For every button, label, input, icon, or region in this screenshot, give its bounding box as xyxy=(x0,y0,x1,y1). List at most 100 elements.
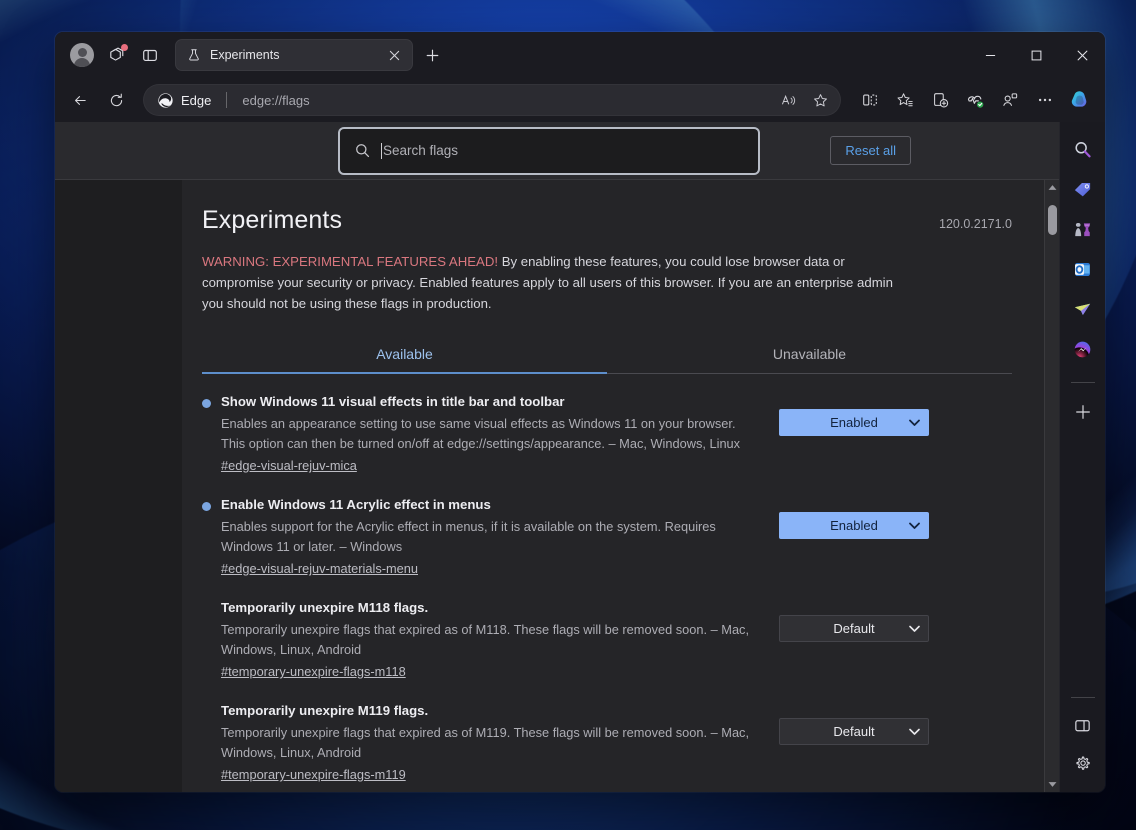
workspaces-button[interactable] xyxy=(99,40,133,70)
flag-row: Temporarily unexpire M119 flags. Tempora… xyxy=(202,689,1012,792)
flag-name: Enable Windows 11 Acrylic effect in menu… xyxy=(221,496,759,514)
browser-essentials-button[interactable] xyxy=(958,84,992,116)
maximize-icon xyxy=(1031,50,1042,61)
flag-description: Temporarily unexpire flags that expired … xyxy=(221,723,759,763)
search-input[interactable]: Search flags xyxy=(381,143,458,159)
scroll-down-arrow[interactable] xyxy=(1045,777,1060,792)
edge-browser-window: Experiments xyxy=(55,32,1105,792)
left-gutter xyxy=(55,180,182,792)
profile-avatar-icon xyxy=(70,43,94,67)
sidebar-item-outlook[interactable] xyxy=(1067,254,1099,284)
flag-text-block: Temporarily unexpire M118 flags. Tempora… xyxy=(221,599,769,681)
flags-content: Experiments 120.0.2171.0 WARNING: EXPERI… xyxy=(182,180,1044,792)
outlook-icon xyxy=(1072,259,1093,280)
flag-permalink[interactable]: #temporary-unexpire-flags-m118 xyxy=(221,664,406,679)
reset-all-button[interactable]: Reset all xyxy=(830,136,911,165)
settings-gear-icon xyxy=(1073,754,1092,773)
page-title: Experiments xyxy=(202,206,342,235)
flag-text-block: Temporarily unexpire M119 flags. Tempora… xyxy=(221,702,769,784)
sidebar-item-messenger[interactable] xyxy=(1067,334,1099,364)
flag-state-select[interactable]: Default xyxy=(779,615,929,642)
new-tab-button[interactable] xyxy=(417,40,447,70)
scrollbar-track[interactable] xyxy=(1045,195,1060,777)
profile-button[interactable] xyxy=(65,40,99,70)
back-button[interactable] xyxy=(63,84,97,116)
flag-text-block: Show Windows 11 visual effects in title … xyxy=(221,393,769,475)
search-icon xyxy=(354,142,371,159)
flags-search-bar: Search flags Reset all xyxy=(55,122,1059,180)
sidebar-item-split-pane[interactable] xyxy=(1067,710,1099,740)
browser-tab[interactable]: Experiments xyxy=(175,39,413,71)
flag-control: Enabled xyxy=(779,496,929,539)
chevron-down-icon xyxy=(1048,781,1057,788)
games-icon xyxy=(1072,219,1093,240)
flag-row: Enable Windows 11 Acrylic effect in menu… xyxy=(202,483,1012,586)
flag-description: Temporarily unexpire flags that expired … xyxy=(221,620,759,660)
profile-share-icon xyxy=(1001,91,1019,109)
search-flags-container[interactable]: Search flags xyxy=(340,129,758,173)
sidebar-item-games[interactable] xyxy=(1067,214,1099,244)
favorites-button[interactable] xyxy=(888,84,922,116)
settings-more-icon xyxy=(1036,91,1054,109)
flag-permalink[interactable]: #temporary-unexpire-flags-m119 xyxy=(221,767,406,782)
scroll-up-arrow[interactable] xyxy=(1045,180,1060,195)
flag-permalink[interactable]: #edge-visual-rejuv-mica xyxy=(221,458,357,473)
collections-button[interactable] xyxy=(923,84,957,116)
sidebar-add-button[interactable] xyxy=(1067,397,1099,427)
profile-share-button[interactable] xyxy=(993,84,1027,116)
read-aloud-icon xyxy=(780,92,797,109)
scrollbar-thumb[interactable] xyxy=(1048,205,1057,235)
tab-actions-icon xyxy=(141,46,159,64)
tab-available[interactable]: Available xyxy=(202,336,607,373)
flag-row: Temporarily unexpire M118 flags. Tempora… xyxy=(202,586,1012,689)
warning-text: WARNING: EXPERIMENTAL FEATURES AHEAD! By… xyxy=(202,251,902,314)
flag-row: Show Windows 11 visual effects in title … xyxy=(202,380,1012,483)
edge-sidebar xyxy=(1059,122,1105,792)
refresh-icon xyxy=(108,92,125,109)
flag-modified-bullet xyxy=(202,605,211,614)
favorites-icon xyxy=(896,91,914,109)
page-scrollbar[interactable] xyxy=(1044,180,1059,792)
read-aloud-button[interactable] xyxy=(773,86,803,114)
split-screen-icon xyxy=(861,91,879,109)
tab-unavailable[interactable]: Unavailable xyxy=(607,336,1012,373)
add-favorite-button[interactable] xyxy=(805,86,835,114)
close-icon xyxy=(1077,50,1088,61)
sidebar-item-shopping[interactable] xyxy=(1067,174,1099,204)
omnibox-actions xyxy=(773,86,835,114)
sidebar-item-search[interactable] xyxy=(1067,134,1099,164)
browser-essentials-icon xyxy=(966,91,985,110)
plus-icon xyxy=(425,48,440,63)
close-window-button[interactable] xyxy=(1059,32,1105,78)
flag-state-select[interactable]: Enabled xyxy=(779,512,929,539)
sidebar-item-telegram[interactable] xyxy=(1067,294,1099,324)
address-bar[interactable]: Edge edge://flags xyxy=(143,84,841,116)
flag-permalink[interactable]: #edge-visual-rejuv-materials-menu xyxy=(221,561,418,576)
flag-state-select[interactable]: Enabled xyxy=(779,409,929,436)
copilot-button[interactable] xyxy=(1063,84,1097,116)
flag-state-select[interactable]: Default xyxy=(779,718,929,745)
split-pane-icon xyxy=(1073,716,1092,735)
experiments-header: Experiments 120.0.2171.0 xyxy=(202,206,1012,235)
flags-tabs: Available Unavailable xyxy=(202,336,1012,374)
split-screen-button[interactable] xyxy=(853,84,887,116)
flag-control: Default xyxy=(779,599,929,642)
title-bar: Experiments xyxy=(55,32,1105,78)
refresh-button[interactable] xyxy=(99,84,133,116)
tab-actions-button[interactable] xyxy=(133,40,167,70)
flags-scroll-area: Experiments 120.0.2171.0 WARNING: EXPERI… xyxy=(55,180,1059,792)
edge-logo-icon xyxy=(157,92,174,109)
tab-close-button[interactable] xyxy=(383,44,405,66)
sidebar-item-settings[interactable] xyxy=(1067,748,1099,778)
workspaces-badge-dot xyxy=(121,44,128,51)
star-icon xyxy=(812,92,829,109)
flag-name: Show Windows 11 visual effects in title … xyxy=(221,393,759,411)
maximize-button[interactable] xyxy=(1013,32,1059,78)
copilot-icon xyxy=(1068,88,1093,113)
minimize-button[interactable] xyxy=(967,32,1013,78)
edge-brand-label: Edge xyxy=(181,93,211,108)
plus-icon xyxy=(1074,403,1092,421)
version-label: 120.0.2171.0 xyxy=(939,217,1012,235)
tab-strip: Experiments xyxy=(175,39,447,71)
settings-and-more-button[interactable] xyxy=(1028,84,1062,116)
